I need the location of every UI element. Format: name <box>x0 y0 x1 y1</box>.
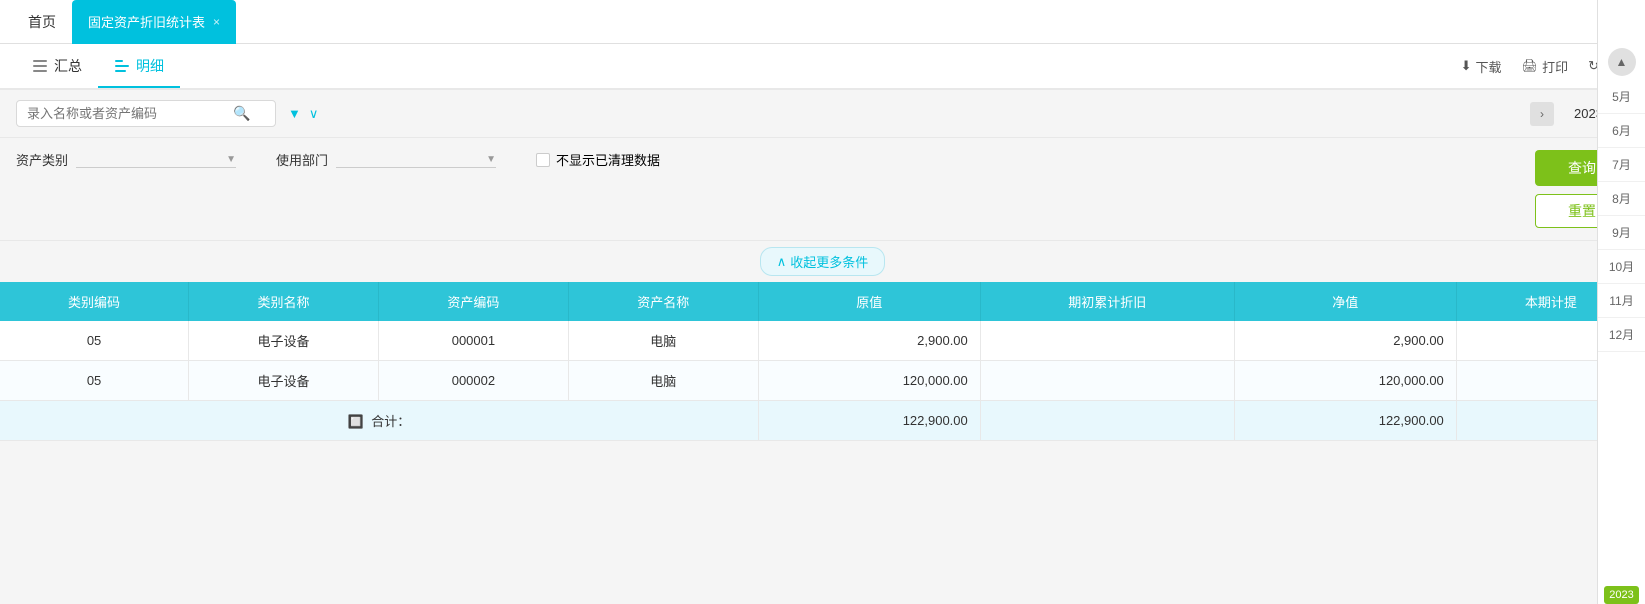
cell-asset-name: 电脑 <box>568 361 758 401</box>
total-icon: 🔲 <box>347 414 363 429</box>
search-input-wrap: 🔍 <box>16 100 276 127</box>
month-7[interactable]: 7月 <box>1598 148 1645 182</box>
collapse-icon: ∧ <box>777 254 787 270</box>
nav-home[interactable]: 首页 <box>16 12 68 32</box>
sub-tabs: 汇总 明细 ⬇ 下载 🖨 打印 ↻ 刷新 <box>0 44 1645 90</box>
cell-category-name: 电子设备 <box>189 321 379 361</box>
cell-accumulated <box>980 361 1234 401</box>
summary-icon <box>32 58 48 74</box>
total-net-value: 122,900.00 <box>1234 401 1456 441</box>
summary-label: 汇总 <box>54 56 82 76</box>
total-row: 🔲 合计： 122,900.00 122,900.00 <box>0 401 1645 441</box>
hide-cleared-label: 不显示已清理数据 <box>556 150 660 169</box>
department-arrow: ▼ <box>486 154 496 165</box>
col-accumulated-depreciation: 期初累计折旧 <box>980 282 1234 321</box>
expand-button[interactable]: › <box>1530 102 1554 126</box>
download-icon: ⬇ <box>1461 58 1472 74</box>
table-header-row: 类别编码 类别名称 资产编码 资产名称 原值 期初累计折旧 净值 本期计提 <box>0 282 1645 321</box>
asset-category-select[interactable]: ▼ <box>76 152 236 168</box>
department-filter: 使用部门 ▼ <box>276 150 496 169</box>
detail-label: 明细 <box>136 56 164 76</box>
collapse-button[interactable]: ∧ 收起更多条件 <box>760 247 886 276</box>
department-label: 使用部门 <box>276 150 328 169</box>
nav-tab-active[interactable]: 固定资产折旧统计表 × <box>72 0 236 44</box>
print-button[interactable]: 🖨 打印 <box>1522 57 1569 76</box>
month-11[interactable]: 11月 <box>1598 284 1645 318</box>
detail-icon <box>114 58 130 74</box>
col-original-value: 原值 <box>758 282 980 321</box>
collapse-row: ∧ 收起更多条件 <box>0 241 1645 282</box>
asset-category-label: 资产类别 <box>16 150 68 169</box>
scroll-up-button[interactable]: ▲ <box>1608 48 1636 76</box>
month-6[interactable]: 6月 <box>1598 114 1645 148</box>
col-category-name: 类别名称 <box>189 282 379 321</box>
tab-label: 固定资产折旧统计表 <box>88 12 205 31</box>
month-8[interactable]: 8月 <box>1598 182 1645 216</box>
cell-category-code: 05 <box>0 321 189 361</box>
month-9[interactable]: 9月 <box>1598 216 1645 250</box>
total-label-cell: 🔲 合计： <box>0 401 758 441</box>
month-5[interactable]: 5月 <box>1598 80 1645 114</box>
hide-cleared-checkbox[interactable]: 不显示已清理数据 <box>536 150 660 169</box>
cell-category-name: 电子设备 <box>189 361 379 401</box>
print-icon: 🖨 <box>1522 58 1539 74</box>
month-12[interactable]: 12月 <box>1598 318 1645 352</box>
tab-summary[interactable]: 汇总 <box>16 46 98 88</box>
asset-category-arrow: ▼ <box>226 154 236 165</box>
tab-detail[interactable]: 明细 <box>98 46 180 88</box>
top-nav: 首页 固定资产折旧统计表 × ✕ <box>0 0 1645 44</box>
total-accumulated <box>980 401 1234 441</box>
chevron-down-icon: ∨ <box>309 106 319 122</box>
cell-asset-code: 000001 <box>378 321 568 361</box>
col-asset-code: 资产编码 <box>378 282 568 321</box>
cell-category-code: 05 <box>0 361 189 401</box>
total-label: 合计： <box>371 414 410 429</box>
cell-net-value: 2,900.00 <box>1234 321 1456 361</box>
filter-icon: ▼ <box>288 106 301 121</box>
month-10[interactable]: 10月 <box>1598 250 1645 284</box>
cell-accumulated <box>980 321 1234 361</box>
search-icon: 🔍 <box>233 105 250 122</box>
filter-area: 资产类别 ▼ 使用部门 ▼ 不显示已清理数据 查询 重置 <box>0 138 1645 241</box>
more-conditions-button[interactable]: ▼ ∨ <box>288 106 318 122</box>
search-input[interactable] <box>27 106 227 121</box>
department-select[interactable]: ▼ <box>336 152 496 168</box>
asset-category-filter: 资产类别 ▼ <box>16 150 236 169</box>
cell-asset-code: 000002 <box>378 361 568 401</box>
cell-asset-name: 电脑 <box>568 321 758 361</box>
checkbox-box <box>536 153 550 167</box>
col-asset-name: 资产名称 <box>568 282 758 321</box>
cell-original-value: 2,900.00 <box>758 321 980 361</box>
search-bar: 🔍 ▼ ∨ › 2023.01 <box>0 90 1645 138</box>
col-net-value: 净值 <box>1234 282 1456 321</box>
download-button[interactable]: ⬇ 下载 <box>1461 57 1502 76</box>
table-wrap: 类别编码 类别名称 资产编码 资产名称 原值 期初累计折旧 净值 本期计提 05… <box>0 282 1645 604</box>
table-row: 05 电子设备 000001 电脑 2,900.00 2,900.00 <box>0 321 1645 361</box>
tab-close-button[interactable]: × <box>213 15 220 29</box>
year-badge[interactable]: 2023 <box>1604 586 1638 604</box>
cell-original-value: 120,000.00 <box>758 361 980 401</box>
cell-net-value: 120,000.00 <box>1234 361 1456 401</box>
data-table: 类别编码 类别名称 资产编码 资产名称 原值 期初累计折旧 净值 本期计提 05… <box>0 282 1645 441</box>
right-sidebar: ▲ 5月 6月 7月 8月 9月 10月 11月 12月 2023 <box>1597 0 1645 604</box>
total-original-value: 122,900.00 <box>758 401 980 441</box>
col-category-code: 类别编码 <box>0 282 189 321</box>
table-row: 05 电子设备 000002 电脑 120,000.00 120,000.00 <box>0 361 1645 401</box>
